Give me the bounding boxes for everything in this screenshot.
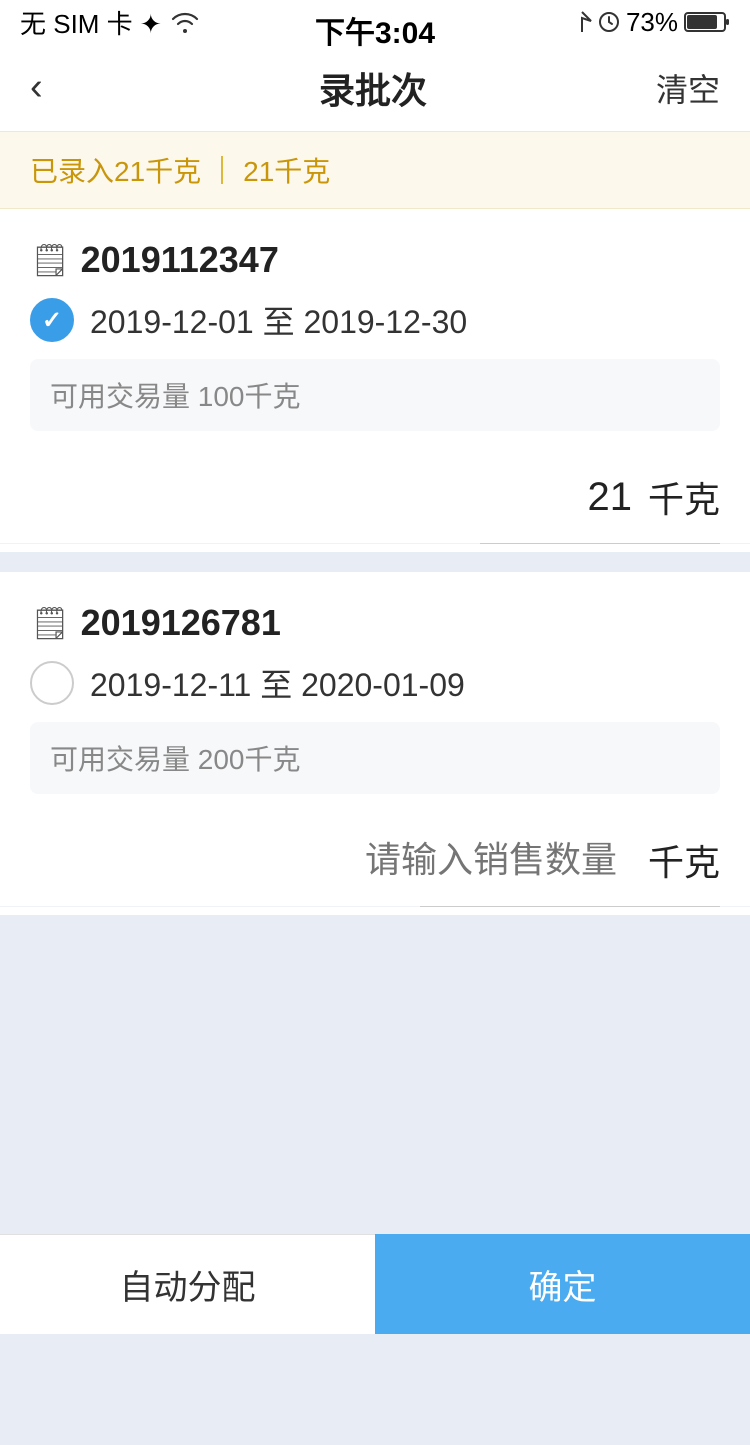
wifi-icon xyxy=(170,11,200,33)
status-bar: 无 SIM 卡 ✦ 下午3:04 73% xyxy=(0,0,750,44)
batch2-doc-icon: 🗒 xyxy=(30,604,71,642)
info-bar: 已录入21千克 21千克 xyxy=(0,132,750,209)
info-value: 21千克 xyxy=(243,150,330,190)
sim-label: 无 SIM 卡 ✦ xyxy=(20,4,162,41)
batch1-qty-unit: 千克 xyxy=(648,471,720,523)
batch2-card: 🗒 2019126781 2019-12-11 至 2020-01-09 可用交… xyxy=(0,572,750,814)
clear-button[interactable]: 清空 xyxy=(656,65,720,111)
info-recorded-label: 已录入21千克 xyxy=(30,150,201,190)
auto-distribute-button[interactable]: 自动分配 xyxy=(0,1234,375,1334)
batch2-qty-input[interactable] xyxy=(332,839,632,881)
batch1-avail: 可用交易量 100千克 xyxy=(30,359,720,431)
bottom-bar: 自动分配 确定 xyxy=(0,1234,750,1334)
nav-bar: ‹ 录批次 清空 xyxy=(0,44,750,132)
status-left: 无 SIM 卡 ✦ xyxy=(20,4,200,41)
batch1-qty-value: 21 xyxy=(587,475,632,520)
batch1-doc-icon: 🗒 xyxy=(30,241,71,279)
status-right: 73% xyxy=(572,7,730,38)
page-title: 录批次 xyxy=(319,62,427,114)
batch2-header: 🗒 2019126781 xyxy=(30,602,720,644)
batch2-input-unit: 千克 xyxy=(648,834,720,886)
batch1-check-icon: ✓ xyxy=(42,306,62,335)
section-divider xyxy=(0,552,750,572)
back-button[interactable]: ‹ xyxy=(30,66,90,109)
status-time: 下午3:04 xyxy=(315,8,435,52)
info-divider xyxy=(221,156,223,184)
batch2-radio[interactable] xyxy=(30,661,74,705)
batch2-avail: 可用交易量 200千克 xyxy=(30,722,720,794)
batch1-date-row: ✓ 2019-12-01 至 2019-12-30 xyxy=(30,297,720,343)
batch2-id: 2019126781 xyxy=(81,602,281,644)
confirm-button[interactable]: 确定 xyxy=(375,1234,750,1334)
batch2-date-row: 2019-12-11 至 2020-01-09 xyxy=(30,660,720,706)
batch2-input-row: 千克 xyxy=(0,814,750,906)
batch2-date: 2019-12-11 至 2020-01-09 xyxy=(90,660,465,706)
battery-label: 73% xyxy=(626,7,678,38)
batch1-qty-row: 21 千克 xyxy=(0,451,750,543)
clock-icon xyxy=(598,11,620,33)
batch1-date: 2019-12-01 至 2019-12-30 xyxy=(90,297,467,343)
location-icon xyxy=(572,11,592,33)
batch1-header: 🗒 2019112347 xyxy=(30,239,720,281)
batch1-card: 🗒 2019112347 ✓ 2019-12-01 至 2019-12-30 可… xyxy=(0,209,750,451)
batch1-id: 2019112347 xyxy=(81,239,279,281)
batch1-radio[interactable]: ✓ xyxy=(30,298,74,342)
battery-icon xyxy=(684,10,730,34)
